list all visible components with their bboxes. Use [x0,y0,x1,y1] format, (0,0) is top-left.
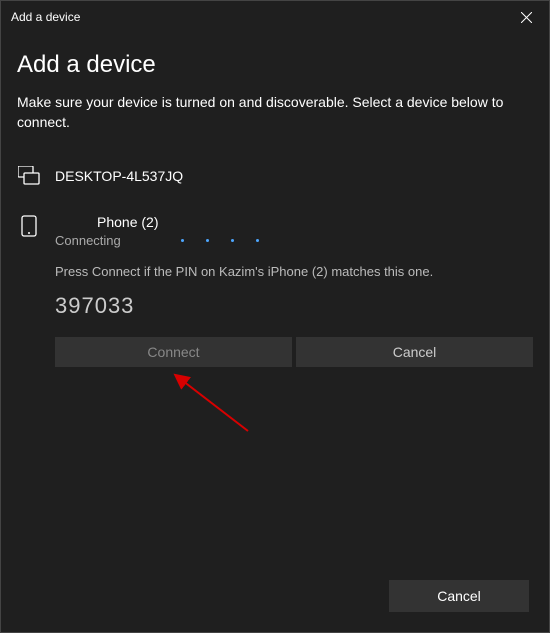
pairing-section: Phone (2) Connecting Press Connect if th… [17,214,533,367]
pin-code: 397033 [17,293,533,319]
page-description: Make sure your device is turned on and d… [17,93,533,132]
titlebar: Add a device [1,1,549,33]
device-name: DESKTOP-4L537JQ [55,168,183,184]
pin-instruction: Press Connect if the PIN on Kazim's iPho… [17,264,533,279]
window-title: Add a device [11,10,80,24]
desktop-icon [17,164,41,188]
pairing-status: Connecting [55,233,121,248]
page-title: Add a device [17,51,533,79]
pairing-buttons: Connect Cancel [17,337,533,367]
connect-button[interactable]: Connect [55,337,292,367]
annotation-arrow [173,371,263,441]
close-button[interactable] [504,1,549,33]
pairing-cancel-button[interactable]: Cancel [296,337,533,367]
footer-cancel-button[interactable]: Cancel [389,580,529,612]
close-icon [521,12,532,23]
loading-dots [181,239,259,242]
device-item-desktop[interactable]: DESKTOP-4L537JQ [17,158,533,194]
dialog-content: Add a device Make sure your device is tu… [1,33,549,367]
phone-icon [17,214,41,238]
dialog-footer: Cancel [389,580,529,612]
pairing-device-name: Phone (2) [97,214,533,230]
